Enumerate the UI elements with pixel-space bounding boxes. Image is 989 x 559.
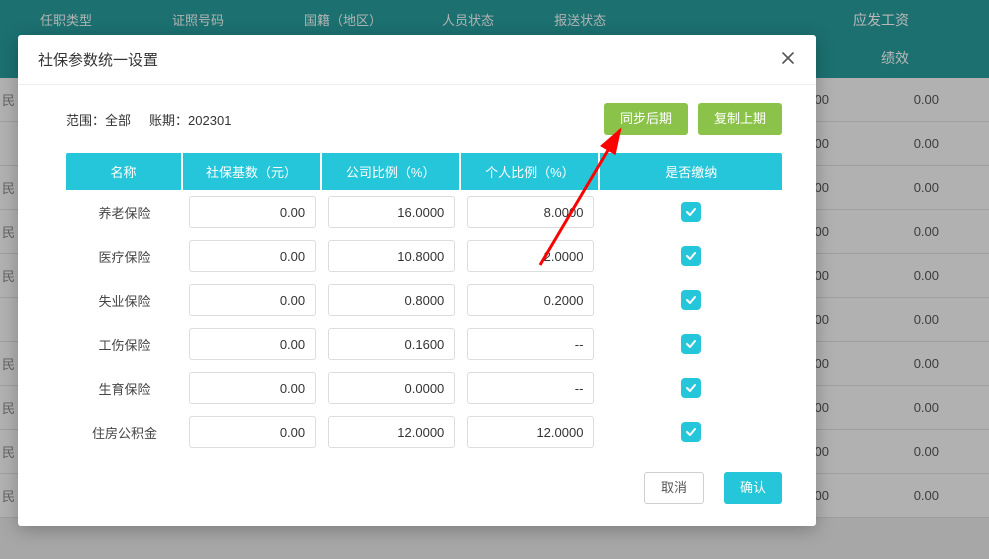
sync-later-button[interactable]: 同步后期 [604, 103, 688, 135]
pay-checkbox[interactable] [681, 290, 701, 310]
th-base: 社保基数（元） [183, 153, 322, 190]
row-name: 住房公积金 [66, 410, 183, 454]
base-input[interactable] [189, 284, 316, 316]
pay-checkbox[interactable] [681, 202, 701, 222]
company-rate-input[interactable] [328, 328, 455, 360]
table-row: 生育保险 [66, 366, 782, 410]
check-icon [685, 294, 697, 306]
company-rate-input[interactable] [328, 416, 455, 448]
cancel-button[interactable]: 取消 [644, 472, 704, 504]
base-input[interactable] [189, 372, 316, 404]
modal-header: 社保参数统一设置 [18, 35, 816, 85]
pay-checkbox[interactable] [681, 246, 701, 266]
table-row: 医疗保险 [66, 234, 782, 278]
social-insurance-modal: 社保参数统一设置 范围：全部 账期：202301 同步后期 复制上期 名称 社保… [18, 35, 816, 526]
person-rate-input[interactable] [467, 240, 594, 272]
scope-label: 范围： [66, 113, 105, 128]
table-body: 养老保险医疗保险失业保险工伤保险生育保险住房公积金 [66, 190, 782, 454]
copy-previous-button[interactable]: 复制上期 [698, 103, 782, 135]
close-button[interactable] [780, 50, 796, 70]
check-icon [685, 338, 697, 350]
company-rate-input[interactable] [328, 284, 455, 316]
person-rate-input[interactable] [467, 196, 594, 228]
table-row: 工伤保险 [66, 322, 782, 366]
row-name: 医疗保险 [66, 234, 183, 278]
row-name: 失业保险 [66, 278, 183, 322]
person-rate-input[interactable] [467, 284, 594, 316]
person-rate-input[interactable] [467, 328, 594, 360]
table-row: 失业保险 [66, 278, 782, 322]
modal-footer: 取消 确认 [18, 458, 816, 526]
modal-body: 范围：全部 账期：202301 同步后期 复制上期 名称 社保基数（元） 公司比… [18, 85, 816, 458]
row-name: 养老保险 [66, 190, 183, 234]
th-pay: 是否缴纳 [600, 153, 782, 190]
th-person: 个人比例（%） [461, 153, 600, 190]
close-icon [780, 50, 796, 66]
base-input[interactable] [189, 196, 316, 228]
pay-checkbox[interactable] [681, 422, 701, 442]
check-icon [685, 250, 697, 262]
period-label: 账期： [149, 113, 188, 128]
check-icon [685, 206, 697, 218]
confirm-button[interactable]: 确认 [724, 472, 782, 504]
insurance-table: 名称 社保基数（元） 公司比例（%） 个人比例（%） 是否缴纳 养老保险医疗保险… [66, 153, 782, 454]
row-name: 生育保险 [66, 366, 183, 410]
modal-title: 社保参数统一设置 [38, 49, 158, 70]
person-rate-input[interactable] [467, 372, 594, 404]
table-row: 住房公积金 [66, 410, 782, 454]
company-rate-input[interactable] [328, 240, 455, 272]
company-rate-input[interactable] [328, 196, 455, 228]
period-text: 账期：202301 [149, 110, 231, 129]
base-input[interactable] [189, 416, 316, 448]
row-name: 工伤保险 [66, 322, 183, 366]
period-value: 202301 [188, 113, 231, 128]
pay-checkbox[interactable] [681, 334, 701, 354]
base-input[interactable] [189, 240, 316, 272]
check-icon [685, 382, 697, 394]
table-row: 养老保险 [66, 190, 782, 234]
person-rate-input[interactable] [467, 416, 594, 448]
th-company: 公司比例（%） [322, 153, 461, 190]
check-icon [685, 426, 697, 438]
scope-value: 全部 [105, 113, 131, 128]
scope-text: 范围：全部 [66, 110, 131, 129]
th-name: 名称 [66, 153, 183, 190]
company-rate-input[interactable] [328, 372, 455, 404]
base-input[interactable] [189, 328, 316, 360]
info-row: 范围：全部 账期：202301 同步后期 复制上期 [66, 103, 782, 135]
pay-checkbox[interactable] [681, 378, 701, 398]
